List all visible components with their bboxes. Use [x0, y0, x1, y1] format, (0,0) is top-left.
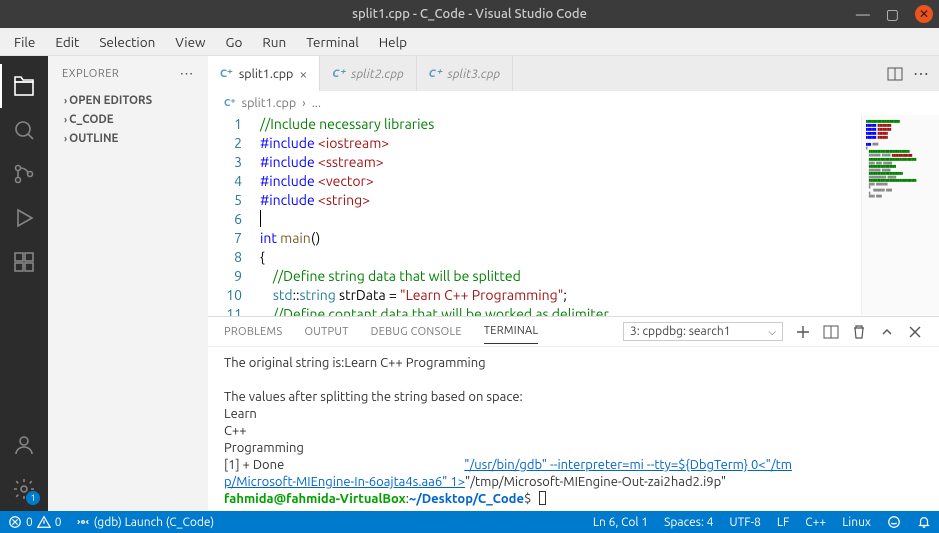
tab-problems[interactable]: PROBLEMS [224, 320, 282, 344]
status-launch[interactable]: (gdb) Launch (C_Code) [76, 515, 215, 529]
minimize-button[interactable]: — [856, 6, 870, 22]
more-icon[interactable]: ⋯ [180, 65, 195, 82]
settings-gear-icon[interactable]: 1 [0, 467, 48, 511]
chevron-right-icon: › [302, 96, 306, 110]
activity-bar: 1 [0, 56, 48, 511]
cpp-file-icon: C⁺ [220, 67, 233, 80]
menu-run[interactable]: Run [252, 30, 296, 54]
panel-tabs: PROBLEMS OUTPUT DEBUG CONSOLE TERMINAL 3… [208, 317, 939, 347]
terminal-selector[interactable]: 3: cppdbg: search1⌵ [623, 322, 783, 341]
window-controls: — ▢ ✕ [856, 5, 933, 23]
close-panel-icon[interactable] [907, 324, 923, 340]
file-icon: C⁺ [224, 97, 236, 109]
editor-tab[interactable]: C⁺ split3.cpp [417, 56, 513, 91]
status-feedback-icon[interactable] [887, 515, 901, 529]
tab-output[interactable]: OUTPUT [304, 320, 348, 344]
menu-terminal[interactable]: Terminal [296, 30, 369, 54]
tab-debug-console[interactable]: DEBUG CONSOLE [371, 320, 462, 344]
tab-label: split1.cpp [239, 67, 294, 81]
breadcrumb[interactable]: C⁺ split1.cpp › ... [208, 91, 939, 115]
cpp-file-icon: C⁺ [332, 67, 345, 80]
titlebar: split1.cpp - C_Code - Visual Studio Code… [0, 0, 939, 28]
section-open-editors[interactable]: › OPEN EDITORS [48, 91, 208, 110]
menu-go[interactable]: Go [216, 30, 253, 54]
close-tab-icon[interactable]: × [299, 66, 307, 82]
menu-edit[interactable]: Edit [45, 30, 89, 54]
status-spaces[interactable]: Spaces: 4 [664, 516, 713, 529]
minimap[interactable]: ████████████████████ ██████ ████████ ███… [861, 115, 939, 315]
explorer-sidebar: EXPLORER ⋯ › OPEN EDITORS › C_CODE › OUT… [48, 56, 208, 511]
split-terminal-icon[interactable] [823, 324, 839, 340]
search-icon[interactable] [0, 108, 48, 152]
tab-label: split2.cpp [351, 67, 404, 81]
terminal-output[interactable]: The original string is:Learn C++ Program… [208, 347, 939, 511]
maximize-button[interactable]: ▢ [886, 6, 899, 23]
status-eol[interactable]: LF [777, 516, 789, 529]
tab-actions: ⋯ [877, 56, 939, 91]
status-bell-icon[interactable] [917, 515, 931, 529]
section-outline[interactable]: › OUTLINE [48, 129, 208, 148]
run-debug-icon[interactable] [0, 196, 48, 240]
source-control-icon[interactable] [0, 152, 48, 196]
cpp-file-icon: C⁺ [429, 67, 442, 80]
maximize-panel-icon[interactable] [879, 324, 895, 340]
close-button[interactable]: ✕ [915, 5, 933, 23]
tab-terminal[interactable]: TERMINAL [484, 319, 539, 344]
breadcrumb-rest: ... [312, 96, 321, 110]
editor-more-icon[interactable]: ⋯ [913, 64, 929, 83]
statusbar: 0 0 (gdb) Launch (C_Code) Ln 6, Col 1 Sp… [0, 511, 939, 533]
account-icon[interactable] [0, 423, 48, 467]
breadcrumb-file: split1.cpp [242, 96, 297, 110]
explorer-icon[interactable] [0, 64, 48, 108]
section-workspace[interactable]: › C_CODE [48, 110, 208, 129]
editor-tab[interactable]: C⁺ split1.cpp × [208, 56, 320, 91]
menu-help[interactable]: Help [369, 30, 417, 54]
line-gutter: 1234567891011 [208, 115, 260, 316]
menubar: FileEditSelectionViewGoRunTerminalHelp [0, 28, 939, 56]
menu-view[interactable]: View [165, 30, 215, 54]
menu-selection[interactable]: Selection [89, 30, 165, 54]
new-terminal-icon[interactable] [795, 324, 811, 340]
window-title: split1.cpp - C_Code - Visual Studio Code [352, 7, 587, 21]
split-editor-icon[interactable] [887, 66, 903, 82]
status-encoding[interactable]: UTF-8 [729, 516, 760, 529]
status-lang[interactable]: C++ [805, 516, 826, 529]
extensions-icon[interactable] [0, 240, 48, 284]
status-os[interactable]: Linux [842, 516, 871, 529]
bottom-panel: PROBLEMS OUTPUT DEBUG CONSOLE TERMINAL 3… [208, 316, 939, 511]
code-content[interactable]: //Include necessary libraries#include <i… [260, 115, 939, 316]
status-errors[interactable]: 0 0 [8, 515, 62, 529]
editor-tab[interactable]: C⁺ split2.cpp [320, 56, 416, 91]
explorer-header: EXPLORER ⋯ [48, 56, 208, 91]
menu-file[interactable]: File [4, 30, 45, 54]
explorer-title: EXPLORER [62, 68, 119, 80]
editor-area: C⁺split1.cpp×C⁺split2.cppC⁺split3.cpp ⋯ … [208, 56, 939, 511]
tab-label: split3.cpp [448, 67, 501, 81]
settings-badge: 1 [26, 491, 40, 505]
tab-bar: C⁺ split1.cpp × C⁺ split2.cpp C⁺ split3.cpp ⋯ [208, 56, 939, 91]
kill-terminal-icon[interactable] [851, 324, 867, 340]
status-lncol[interactable]: Ln 6, Col 1 [593, 516, 648, 529]
code-editor[interactable]: 1234567891011 //Include necessary librar… [208, 115, 939, 316]
chevron-down-icon: ⌵ [768, 326, 776, 338]
